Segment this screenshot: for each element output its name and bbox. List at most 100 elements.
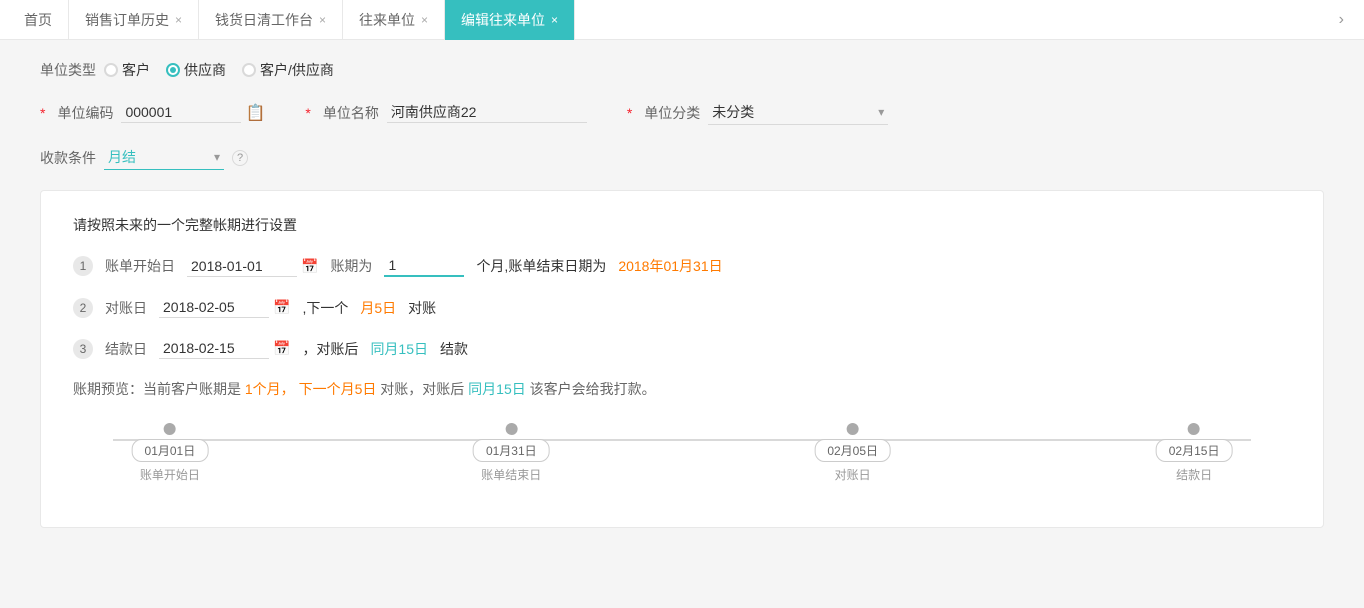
payment-condition-select[interactable]: 月结 ▾ [104, 145, 224, 170]
timeline-dot-4 [1188, 423, 1200, 435]
payment-help-icon[interactable]: ? [232, 150, 248, 166]
unit-info-row: * 单位编码 📋 * 单位名称 * 单位分类 未分类 ▾ [40, 100, 1324, 125]
timeline-label-3: 对账日 [835, 466, 871, 483]
tab-home[interactable]: 首页 [8, 0, 69, 40]
row-1-label: 账单开始日 [105, 256, 175, 276]
timeline-label-4: 结款日 [1176, 466, 1212, 483]
timeline-point-4: 02月15日 结款日 [1156, 423, 1233, 483]
row-2-date-input[interactable] [159, 297, 269, 318]
unit-code-label: 单位编码 [57, 103, 113, 123]
payment-condition-row: 收款条件 月结 ▾ ? [40, 145, 1324, 170]
timeline-point-3: 02月05日 对账日 [814, 423, 891, 483]
tab-edit-partner-close[interactable]: × [551, 14, 558, 26]
row-3-date-input[interactable] [159, 338, 269, 359]
unit-type-row: 单位类型 客户 供应商 客户/供应商 [40, 60, 1324, 80]
radio-supplier[interactable]: 供应商 [166, 60, 226, 80]
row-1-period-label: 账期为 [330, 256, 372, 276]
timeline-dot-2 [505, 423, 517, 435]
unit-code-field: * 单位编码 📋 [40, 102, 265, 123]
preview-label: 账期预览：当前客户账期是 [73, 381, 241, 397]
timeline-point-2: 01月31日 账单结束日 [473, 423, 550, 483]
timeline-label-2: 账单结束日 [481, 466, 541, 483]
unit-category-chevron: ▾ [878, 105, 884, 119]
unit-code-icon[interactable]: 📋 [245, 103, 265, 123]
row-2-calendar-icon[interactable]: 📅 [273, 299, 290, 316]
tab-cash-ledger-close[interactable]: × [319, 14, 326, 26]
unit-name-label: 单位名称 [323, 103, 379, 123]
tab-partner-units-close[interactable]: × [421, 14, 428, 26]
preview-part2: 下一个月5日 [299, 381, 377, 397]
row-3-suffix-post: 结款 [440, 339, 468, 359]
row-2-date-wrapper: 📅 [159, 297, 290, 318]
payment-condition-value: 月结 [108, 147, 136, 167]
unit-type-field: 单位类型 客户 供应商 客户/供应商 [40, 60, 334, 80]
settings-card: 请按照未来的一个完整帐期进行设置 1 账单开始日 📅 账期为 个月,账单结束日期… [40, 190, 1324, 528]
timeline-point-1: 01月01日 账单开始日 [132, 423, 209, 483]
radio-both-circle [242, 63, 256, 77]
preview-text: 账期预览：当前客户账期是 1个月， 下一个月5日 对账，对账后 同月15日 该客… [73, 379, 1291, 399]
timeline-badge-2: 01月31日 [473, 439, 550, 462]
unit-category-required: * [627, 105, 632, 121]
preview-mid: 对账，对账后 [380, 381, 464, 397]
unit-type-label: 单位类型 [40, 60, 96, 80]
radio-both-label: 客户/供应商 [260, 60, 334, 80]
unit-category-label: 单位分类 [644, 103, 700, 123]
row-1-date-input[interactable] [187, 256, 297, 277]
row-1-calendar-icon[interactable]: 📅 [301, 258, 318, 275]
row-3-label: 结款日 [105, 339, 147, 359]
unit-name-required: * [305, 105, 310, 121]
row-num-1: 1 [73, 256, 93, 276]
payment-condition-label: 收款条件 [40, 148, 96, 168]
row-1-end-date: 2018年01月31日 [618, 256, 722, 276]
unit-category-select[interactable]: 未分类 ▾ [708, 100, 888, 125]
row-1-period-input[interactable] [384, 255, 464, 277]
timeline-label-1: 账单开始日 [140, 466, 200, 483]
unit-name-field: * 单位名称 [305, 102, 586, 123]
setting-row-3: 3 结款日 📅 ，对账后 同月15日 结款 [73, 338, 1291, 359]
preview-end: 该客户会给我打款。 [530, 381, 656, 397]
row-2-suffix-post: 对账 [408, 298, 436, 318]
preview-part1: 1个月， [245, 381, 295, 397]
row-3-suffix-highlight: 同月15日 [370, 339, 428, 359]
setting-row-2: 2 对账日 📅 ,下一个 月5日 对账 [73, 297, 1291, 318]
tab-cash-ledger[interactable]: 钱货日清工作台 × [199, 0, 343, 40]
row-num-3: 3 [73, 339, 93, 359]
tab-home-label: 首页 [24, 10, 52, 30]
payment-condition-chevron: ▾ [214, 150, 220, 164]
row-3-calendar-icon[interactable]: 📅 [273, 340, 290, 357]
tab-edit-partner-label: 编辑往来单位 [461, 10, 545, 30]
unit-code-input-wrapper: 📋 [121, 102, 265, 123]
unit-name-input[interactable] [387, 102, 587, 123]
tabs-more-button[interactable]: › [1327, 11, 1356, 29]
unit-type-radio-group: 客户 供应商 客户/供应商 [104, 60, 334, 80]
radio-customer-label: 客户 [122, 60, 150, 80]
radio-both[interactable]: 客户/供应商 [242, 60, 334, 80]
timeline-dot-3 [847, 423, 859, 435]
unit-code-required: * [40, 105, 45, 121]
row-num-2: 2 [73, 298, 93, 318]
timeline-badge-1: 01月01日 [132, 439, 209, 462]
tab-sales-history-label: 销售订单历史 [85, 10, 169, 30]
timeline: 01月01日 账单开始日 01月31日 账单结束日 02月05日 对账日 [113, 423, 1251, 503]
unit-code-input[interactable] [121, 102, 241, 123]
timeline-points-container: 01月01日 账单开始日 01月31日 账单结束日 02月05日 对账日 [113, 423, 1251, 503]
row-2-suffix-pre: ,下一个 [302, 298, 348, 318]
page-content: 单位类型 客户 供应商 客户/供应商 * 单位编码 [0, 40, 1364, 608]
tabs-bar: 首页 销售订单历史 × 钱货日清工作台 × 往来单位 × 编辑往来单位 × › [0, 0, 1364, 40]
tab-sales-history[interactable]: 销售订单历史 × [69, 0, 199, 40]
row-2-suffix-highlight: 月5日 [360, 298, 396, 318]
radio-customer[interactable]: 客户 [104, 60, 150, 80]
timeline-badge-3: 02月05日 [814, 439, 891, 462]
unit-category-field: * 单位分类 未分类 ▾ [627, 100, 888, 125]
tab-cash-ledger-label: 钱货日清工作台 [215, 10, 313, 30]
tab-partner-units[interactable]: 往来单位 × [343, 0, 445, 40]
row-3-suffix-pre: ，对账后 [302, 339, 358, 359]
timeline-badge-4: 02月15日 [1156, 439, 1233, 462]
row-1-period-unit: 个月,账单结束日期为 [476, 256, 606, 276]
tab-sales-history-close[interactable]: × [175, 14, 182, 26]
preview-part3: 同月15日 [468, 381, 526, 397]
radio-supplier-circle [166, 63, 180, 77]
tab-edit-partner[interactable]: 编辑往来单位 × [445, 0, 575, 40]
timeline-dot-1 [164, 423, 176, 435]
setting-row-1: 1 账单开始日 📅 账期为 个月,账单结束日期为 2018年01月31日 [73, 255, 1291, 277]
